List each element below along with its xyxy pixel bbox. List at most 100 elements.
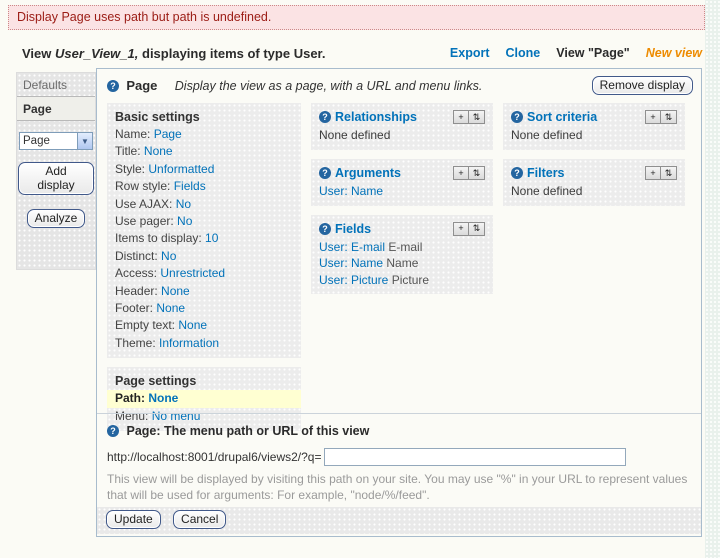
setting-row-use-pager: Use pager: No xyxy=(115,214,193,229)
help-icon[interactable]: ? xyxy=(319,167,331,179)
rearrange-fields-button[interactable]: ⇅ xyxy=(469,221,485,236)
new-view-link[interactable]: New view xyxy=(646,46,702,60)
setting-link[interactable]: No xyxy=(161,249,176,263)
help-icon[interactable]: ? xyxy=(511,167,523,179)
rearrange-relationships-button[interactable]: ⇅ xyxy=(469,110,485,124)
error-message-banner: Display Page uses path but path is undef… xyxy=(8,5,705,30)
setting-link[interactable]: Information xyxy=(159,336,219,350)
filters-empty-text: None defined xyxy=(511,184,583,198)
field-row: User: Picture Picture xyxy=(319,272,430,287)
setting-row-header: Header: None xyxy=(115,283,190,298)
error-message-text: Display Page uses path but path is undef… xyxy=(17,10,272,24)
arguments-header: ? Arguments + ⇅ xyxy=(319,165,485,181)
display-type-select[interactable]: Page ▼ xyxy=(19,132,93,150)
settings-column-3: ? Sort criteria + ⇅ None defined ? Filte… xyxy=(503,103,685,440)
add-argument-button[interactable]: + xyxy=(453,166,469,180)
update-button[interactable]: Update xyxy=(106,510,161,529)
argument-link[interactable]: User: Name xyxy=(319,184,383,198)
sort-criteria-box: ? Sort criteria + ⇅ None defined xyxy=(503,103,685,150)
setting-link[interactable]: None xyxy=(156,301,185,315)
setting-link[interactable]: 10 xyxy=(205,231,218,245)
page-settings-title: Page settings xyxy=(115,374,197,389)
relationships-actions: + ⇅ xyxy=(453,110,485,124)
display-type-select-value: Page xyxy=(23,135,50,147)
help-icon[interactable]: ? xyxy=(511,111,523,123)
setting-row-path: Path: None xyxy=(107,390,301,408)
arguments-title-link[interactable]: Arguments xyxy=(335,165,453,181)
setting-row-access: Access: Unrestricted xyxy=(115,266,226,281)
settings-columns: Basic settings Name: Page Title: None St… xyxy=(97,99,701,440)
setting-link[interactable]: None xyxy=(161,284,190,298)
filters-header: ? Filters + ⇅ xyxy=(511,165,677,181)
setting-link[interactable]: No xyxy=(177,214,192,228)
basic-settings-box: Basic settings Name: Page Title: None St… xyxy=(107,103,301,359)
clone-link[interactable]: Clone xyxy=(506,46,541,60)
tab-defaults[interactable]: Defaults xyxy=(17,73,95,97)
setting-link[interactable]: No xyxy=(176,197,191,211)
cancel-button[interactable]: Cancel xyxy=(173,510,227,529)
help-icon[interactable]: ? xyxy=(107,425,119,437)
filters-title-link[interactable]: Filters xyxy=(527,165,645,181)
help-icon[interactable]: ? xyxy=(107,80,119,92)
filters-box: ? Filters + ⇅ None defined xyxy=(503,159,685,206)
view-title-prefix: View xyxy=(22,45,52,61)
path-form-title-text: Page: The menu path or URL of this view xyxy=(126,424,370,438)
view-action-links: Export Clone View "Page" New view xyxy=(450,46,706,60)
sort-criteria-title-link[interactable]: Sort criteria xyxy=(527,109,645,125)
relationships-title-link[interactable]: Relationships xyxy=(335,109,453,125)
help-icon[interactable]: ? xyxy=(319,222,331,235)
field-link[interactable]: User: Picture xyxy=(319,273,388,287)
setting-row-style: Style: Unformatted xyxy=(115,161,215,176)
setting-link[interactable]: Fields xyxy=(174,179,206,193)
remove-display-button[interactable]: Remove display xyxy=(591,76,693,95)
setting-link[interactable]: Unrestricted xyxy=(160,266,225,280)
setting-link[interactable]: None xyxy=(144,144,173,158)
setting-link[interactable]: Unformatted xyxy=(148,162,214,176)
field-row: User: Name Name xyxy=(319,256,419,270)
add-relationship-button[interactable]: + xyxy=(453,110,469,124)
path-setting-link[interactable]: None xyxy=(148,391,178,405)
path-input[interactable] xyxy=(324,448,627,466)
display-name: Page xyxy=(126,78,158,93)
sort-criteria-actions: + ⇅ xyxy=(645,110,677,124)
view-title-suffix: displaying items of type User. xyxy=(142,45,326,61)
rearrange-filters-button[interactable]: ⇅ xyxy=(661,166,677,180)
rearrange-sorts-button[interactable]: ⇅ xyxy=(661,110,677,124)
field-link[interactable]: User: E-mail xyxy=(319,240,385,254)
setting-link[interactable]: None xyxy=(178,318,207,332)
form-actions-bar: Update Cancel xyxy=(97,507,701,534)
relationships-header: ? Relationships + ⇅ xyxy=(319,109,485,125)
rearrange-arguments-button[interactable]: ⇅ xyxy=(469,166,485,180)
fields-header: ? Fields + ⇅ xyxy=(319,221,485,237)
fields-actions: + ⇅ xyxy=(453,221,485,236)
tab-page[interactable]: Page xyxy=(17,97,95,121)
export-link[interactable]: Export xyxy=(450,46,490,60)
path-form-title: ? Page: The menu path or URL of this vie… xyxy=(107,424,691,438)
add-sort-button[interactable]: + xyxy=(645,110,661,124)
add-field-button[interactable]: + xyxy=(453,221,469,236)
help-icon[interactable]: ? xyxy=(319,111,331,123)
setting-row-empty-text: Empty text: None xyxy=(115,318,208,333)
setting-link[interactable]: Page xyxy=(154,127,182,141)
display-description: Display the view as a page, with a URL a… xyxy=(174,79,483,93)
setting-row-title: Title: None xyxy=(115,144,173,159)
field-row: User: E-mail E-mail xyxy=(319,239,423,254)
add-display-button[interactable]: Add display xyxy=(18,162,94,195)
relationships-box: ? Relationships + ⇅ None defined xyxy=(311,103,493,150)
basic-settings-title: Basic settings xyxy=(115,110,200,124)
view-page-link[interactable]: View "Page" xyxy=(556,46,629,60)
filters-actions: + ⇅ xyxy=(645,166,677,180)
setting-row-distinct: Distinct: No xyxy=(115,248,177,263)
add-filter-button[interactable]: + xyxy=(645,166,661,180)
analyze-button[interactable]: Analyze xyxy=(26,209,86,228)
path-help-text: This view will be displayed by visiting … xyxy=(107,472,688,502)
fields-title-link[interactable]: Fields xyxy=(335,221,453,237)
fields-box: ? Fields + ⇅ User: E-mail E-mail User: N… xyxy=(311,214,493,294)
setting-row-footer: Footer: None xyxy=(115,301,186,316)
page-background-strip xyxy=(705,0,720,558)
path-settings-form: ? Page: The menu path or URL of this vie… xyxy=(97,413,701,537)
chevron-down-icon: ▼ xyxy=(77,133,92,149)
view-title: View User_View_1, displaying items of ty… xyxy=(10,46,326,61)
display-editor-panel: ? Page Display the view as a page, with … xyxy=(96,68,702,537)
field-link[interactable]: User: Name xyxy=(319,256,383,270)
